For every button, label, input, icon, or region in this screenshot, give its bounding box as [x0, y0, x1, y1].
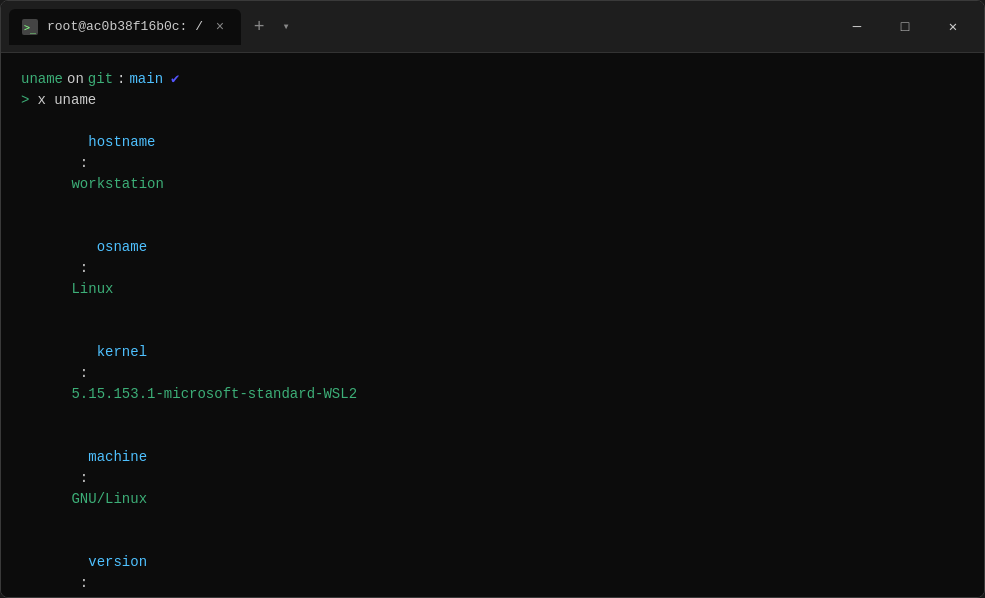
output-hostname: hostname : workstation — [21, 111, 964, 216]
prompt-line-1: uname on git : main ✔ — [21, 69, 964, 90]
prompt-arrow: > — [21, 90, 29, 111]
osname-colon: : — [71, 260, 96, 276]
prompt-user-1: uname — [21, 69, 63, 90]
svg-text:>_: >_ — [24, 22, 37, 34]
maximize-button[interactable]: □ — [882, 11, 928, 43]
terminal-window: >_ root@ac0b38f16b0c: / × + ▾ ─ □ ✕ unam… — [0, 0, 985, 598]
terminal-icon: >_ — [21, 18, 39, 36]
version-val: #1 SMP Fri Mar 29 23:14:13 UTC 2024 x86_… — [71, 596, 541, 597]
new-tab-button[interactable]: + — [245, 13, 273, 41]
prompt-on-1: on — [67, 69, 84, 90]
hostname-key: hostname — [71, 132, 191, 153]
machine-val: GNU/Linux — [71, 491, 147, 507]
kernel-val: 5.15.153.1-microsoft-standard-WSL2 — [71, 386, 357, 402]
titlebar: >_ root@ac0b38f16b0c: / × + ▾ ─ □ ✕ — [1, 1, 984, 53]
machine-colon: : — [71, 470, 96, 486]
prompt-git-1: git — [88, 69, 113, 90]
minimize-button[interactable]: ─ — [834, 11, 880, 43]
tab-active[interactable]: >_ root@ac0b38f16b0c: / × — [9, 9, 241, 45]
command-line: > x uname — [21, 90, 964, 111]
output-machine: machine : GNU/Linux — [21, 426, 964, 531]
machine-key: machine — [71, 447, 191, 468]
output-kernel: kernel : 5.15.153.1-microsoft-standard-W… — [21, 321, 964, 426]
prompt-colon-1: : — [117, 69, 125, 90]
hostname-val: workstation — [71, 176, 163, 192]
prompt-check-1: ✔ — [171, 69, 179, 90]
command-text: x uname — [37, 90, 96, 111]
output-version: version : #1 SMP Fri Mar 29 23:14:13 UTC… — [21, 531, 964, 597]
prompt-branch-1: main — [129, 69, 163, 90]
version-colon: : — [71, 575, 96, 591]
close-window-button[interactable]: ✕ — [930, 11, 976, 43]
tab-area: >_ root@ac0b38f16b0c: / × + ▾ — [9, 9, 834, 45]
window-controls: ─ □ ✕ — [834, 11, 976, 43]
kernel-key: kernel — [71, 342, 191, 363]
output-osname: osname : Linux — [21, 216, 964, 321]
terminal-body[interactable]: uname on git : main ✔ > x uname hostname… — [1, 53, 984, 597]
osname-key: osname — [71, 237, 191, 258]
tab-title: root@ac0b38f16b0c: / — [47, 19, 203, 34]
tab-dropdown-button[interactable]: ▾ — [275, 16, 297, 38]
kernel-colon: : — [71, 365, 96, 381]
version-key: version — [71, 552, 191, 573]
osname-val: Linux — [71, 281, 113, 297]
tab-close-button[interactable]: × — [211, 18, 229, 36]
hostname-colon: : — [71, 155, 96, 171]
